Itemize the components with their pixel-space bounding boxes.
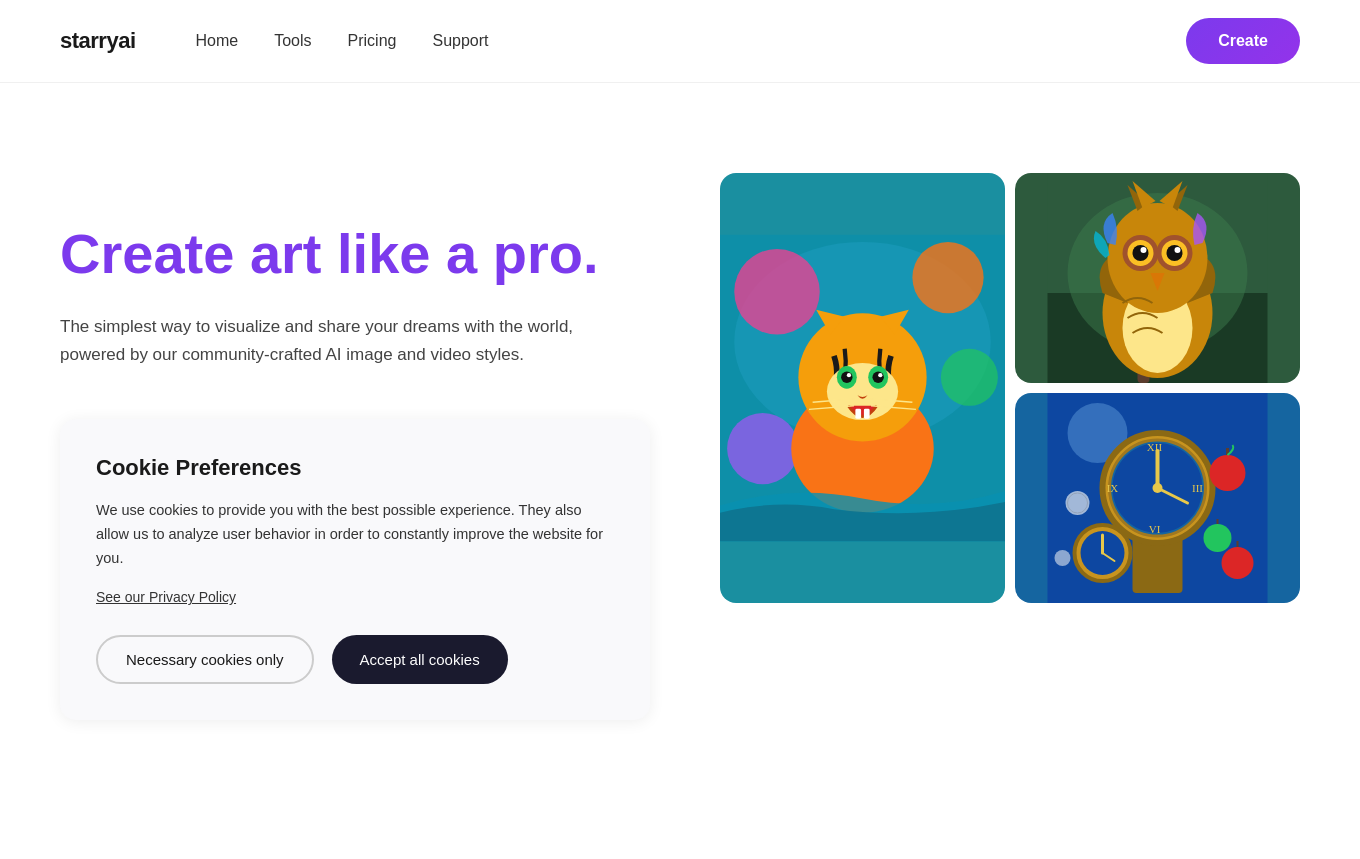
svg-text:XII: XII [1147,441,1163,453]
cookie-title: Cookie Preferences [96,455,614,481]
hero-section: Create art like a pro. The simplest way … [0,83,1360,780]
accept-all-cookies-button[interactable]: Accept all cookies [332,635,508,684]
hero-title: Create art like a pro. [60,223,660,285]
hero-subtitle: The simplest way to visualize and share … [60,313,580,369]
nav-pricing[interactable]: Pricing [348,32,397,50]
svg-text:III: III [1192,482,1203,494]
svg-point-5 [727,413,798,484]
svg-point-66 [1222,547,1254,579]
nav-home[interactable]: Home [196,32,239,50]
svg-text:IX: IX [1107,482,1119,494]
svg-point-10 [841,372,852,383]
create-button[interactable]: Create [1186,18,1300,64]
svg-point-41 [1175,247,1181,253]
logo[interactable]: starryai [60,28,136,54]
hero-image-tiger [720,173,1005,603]
svg-point-4 [941,349,998,406]
logo-text: starryai [60,28,136,54]
svg-rect-16 [864,409,870,419]
cookie-description: We use cookies to provide you with the b… [96,499,614,571]
cookie-modal: Cookie Preferences We use cookies to pro… [60,419,650,721]
svg-point-40 [1167,245,1183,261]
svg-text:VI: VI [1149,523,1161,535]
nav-support[interactable]: Support [432,32,488,50]
svg-point-37 [1141,247,1147,253]
svg-point-13 [872,372,883,383]
hero-image-owl [1015,173,1300,383]
svg-point-57 [1153,483,1163,493]
svg-point-68 [1066,491,1090,515]
svg-point-11 [847,373,851,377]
svg-point-14 [878,373,882,377]
svg-point-3 [912,242,983,313]
nav-links: Home Tools Pricing Support [196,32,1187,50]
nav-tools[interactable]: Tools [274,32,311,50]
svg-rect-15 [855,409,861,419]
navbar: starryai Home Tools Pricing Support Crea… [0,0,1360,83]
svg-point-62 [1210,455,1246,491]
privacy-policy-link[interactable]: See our Privacy Policy [96,589,236,605]
svg-point-64 [1204,524,1232,552]
svg-point-2 [734,249,820,335]
nav-right: Create [1186,18,1300,64]
necessary-cookies-button[interactable]: Necessary cookies only [96,635,314,684]
svg-point-36 [1133,245,1149,261]
hero-left: Create art like a pro. The simplest way … [60,163,660,720]
svg-point-70 [1055,550,1071,566]
cookie-buttons: Necessary cookies only Accept all cookie… [96,635,614,684]
hero-images: XII III VI IX [720,163,1300,603]
hero-image-clock: XII III VI IX [1015,393,1300,603]
